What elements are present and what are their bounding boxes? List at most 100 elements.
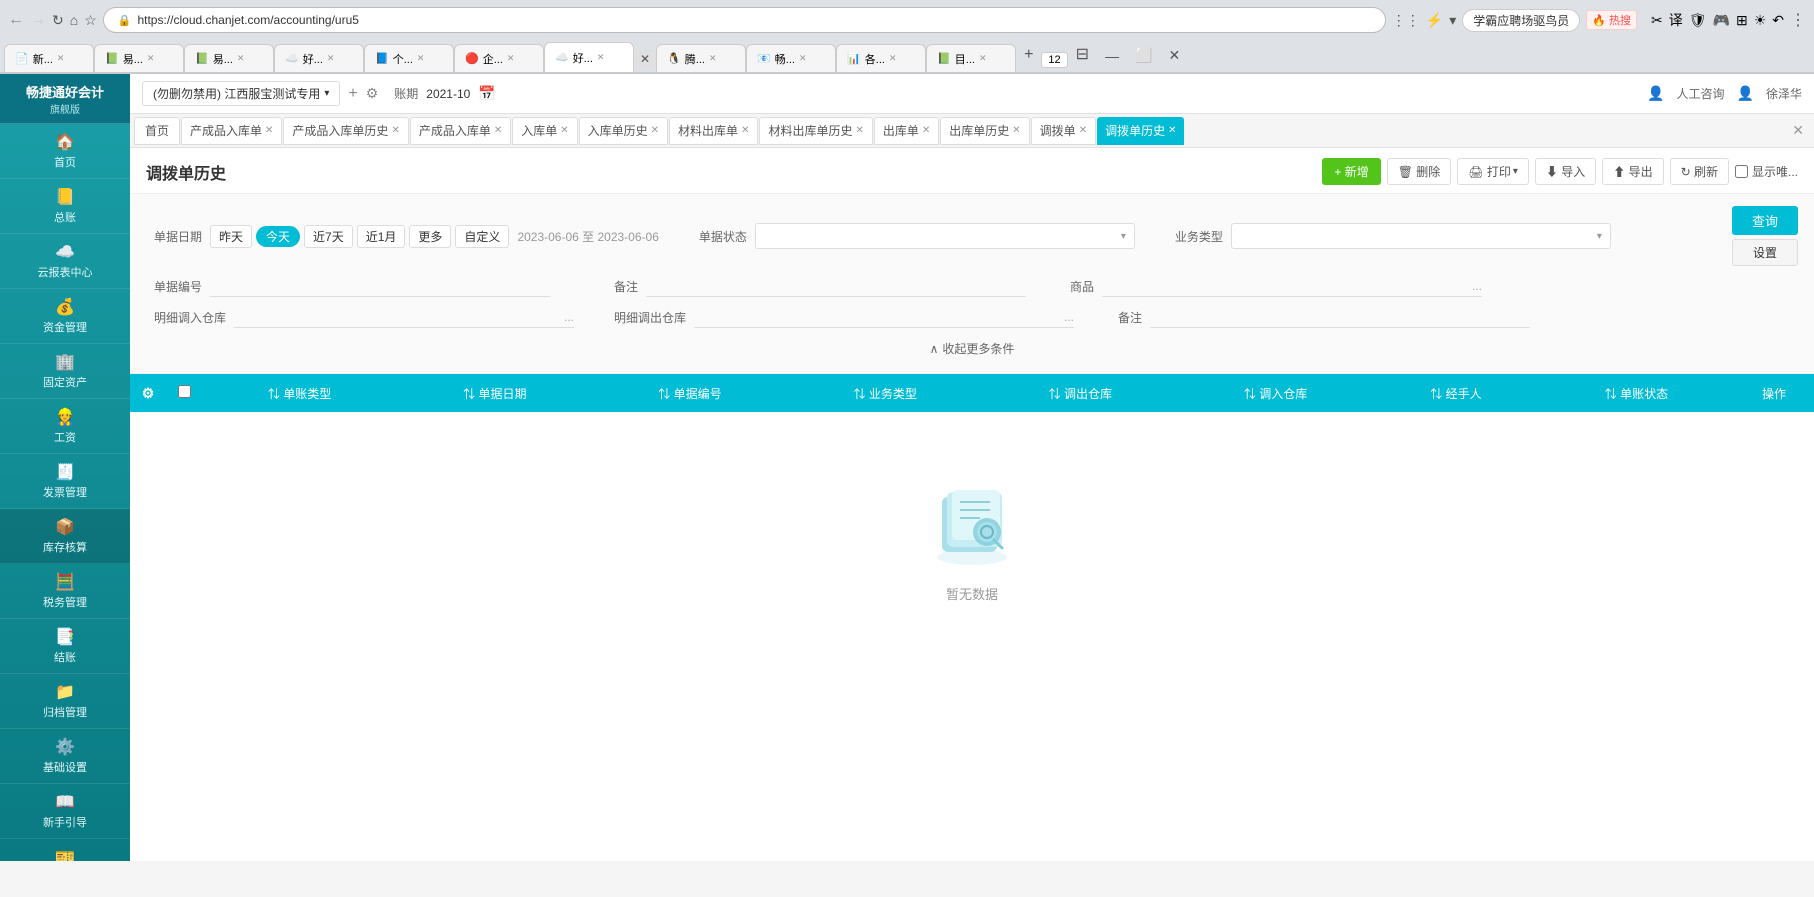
- tab-mat-out[interactable]: 材料出库单✕: [669, 117, 758, 145]
- goods-more-icon[interactable]: ...: [1472, 279, 1482, 293]
- tab-home[interactable]: 首页: [134, 117, 180, 145]
- sidebar-item-ledger[interactable]: 📒 总账: [0, 179, 130, 234]
- sidebar-item-inventory[interactable]: 📦 库存核算: [0, 509, 130, 564]
- browser-tab-10[interactable]: 📊各...✕: [836, 44, 926, 72]
- tab-close-4[interactable]: ✕: [560, 125, 568, 136]
- detail-out-input[interactable]: [694, 307, 1064, 327]
- support-btn[interactable]: 人工咨询: [1677, 85, 1725, 102]
- date-custom-btn[interactable]: 自定义: [455, 225, 509, 248]
- browser-tab-1[interactable]: 📄新...✕: [4, 44, 94, 72]
- sidebar-item-invoice[interactable]: 🧾 发票管理: [0, 454, 130, 509]
- dropdown-icon[interactable]: ▾: [1449, 12, 1456, 29]
- show-all-checkbox[interactable]: [1735, 165, 1748, 178]
- import-btn[interactable]: ⬇ 导入: [1535, 158, 1596, 185]
- th-status[interactable]: ⇅ 单账状态: [1539, 374, 1734, 412]
- browser-tab-6[interactable]: 🔴企...✕: [454, 44, 544, 72]
- new-btn[interactable]: + 新增: [1322, 158, 1380, 185]
- nav-star[interactable]: ☆: [84, 12, 97, 29]
- tab-out[interactable]: 出库单✕: [874, 117, 939, 145]
- tab-mat-out-hist[interactable]: 材料出库单历史✕: [759, 117, 872, 145]
- sidebar-item-tax[interactable]: 🧮 税务管理: [0, 564, 130, 619]
- sidebar-item-archive[interactable]: 📁 归档管理: [0, 674, 130, 729]
- tab-close-8[interactable]: ✕: [922, 125, 930, 136]
- menu-icon[interactable]: ⋮: [1790, 10, 1806, 30]
- collapse-btn[interactable]: ∧ 收起更多条件: [146, 336, 1798, 361]
- sidebar-item-guide[interactable]: 📖 新手引导: [0, 784, 130, 839]
- calendar-icon[interactable]: 📅: [478, 85, 495, 102]
- detail-in-more[interactable]: ...: [564, 310, 574, 324]
- detail-in-input[interactable]: [234, 307, 564, 327]
- tab-product-in2[interactable]: 产成品入库单✕: [410, 117, 511, 145]
- tab-in[interactable]: 入库单✕: [512, 117, 577, 145]
- sidebar-item-fixed-assets[interactable]: 🏢 固定资产: [0, 344, 130, 399]
- tab-close-2[interactable]: ✕: [391, 125, 399, 136]
- query-btn[interactable]: 查询: [1732, 206, 1798, 235]
- tab-close-7[interactable]: ✕: [855, 125, 863, 136]
- sidebar-item-home[interactable]: 🏠 首页: [0, 124, 130, 179]
- export-btn[interactable]: ⬆ 导出: [1602, 158, 1663, 185]
- date-today-btn[interactable]: 今天: [256, 226, 300, 247]
- browser-tab-2[interactable]: 📗易...✕: [94, 44, 184, 72]
- date-yesterday-btn[interactable]: 昨天: [210, 225, 252, 248]
- date-1month-btn[interactable]: 近1月: [357, 225, 406, 248]
- sidebar-item-closing[interactable]: 📑 结账: [0, 619, 130, 674]
- nav-forward[interactable]: →: [30, 11, 46, 29]
- minimize-btn[interactable]: —: [1097, 44, 1127, 68]
- tab-close-10[interactable]: ✕: [1079, 125, 1087, 136]
- th-doc-date[interactable]: ⇅ 单据日期: [397, 374, 592, 412]
- status-dropdown[interactable]: ▾: [755, 223, 1135, 249]
- tab-out-hist[interactable]: 出库单历史✕: [940, 117, 1029, 145]
- sidebar-item-settings[interactable]: ⚙️ 基础设置: [0, 729, 130, 784]
- company-settings-btn[interactable]: ⚙: [366, 85, 379, 102]
- biz-type-dropdown[interactable]: ▾: [1231, 223, 1611, 249]
- th-gear[interactable]: ⚙: [130, 374, 166, 412]
- th-checkbox[interactable]: [166, 374, 202, 412]
- nav-home[interactable]: ⌂: [70, 12, 78, 28]
- close-btn[interactable]: ✕: [1161, 43, 1189, 68]
- tab-transfer-hist[interactable]: 调拨单历史✕: [1097, 117, 1184, 145]
- new-tab-btn[interactable]: +: [1016, 42, 1041, 68]
- th-doc-type[interactable]: ⇅ 单账类型: [202, 374, 397, 412]
- browser-tab-9[interactable]: 📧畅...✕: [746, 44, 836, 72]
- address-bar[interactable]: 🔒 https://cloud.chanjet.com/accounting/u…: [103, 7, 1386, 33]
- close-all-btn[interactable]: ✕: [1786, 122, 1810, 139]
- tab-in-hist[interactable]: 入库单历史✕: [579, 117, 668, 145]
- browser-tab-3[interactable]: 📗易...✕: [184, 44, 274, 72]
- goods-input[interactable]: [1102, 276, 1472, 296]
- refresh-btn[interactable]: ↻ 刷新: [1670, 158, 1729, 185]
- remark-input[interactable]: [646, 276, 1026, 297]
- date-more-btn[interactable]: 更多: [409, 225, 451, 248]
- detail-out-more[interactable]: ...: [1064, 310, 1074, 324]
- tab-product-in-hist[interactable]: 产成品入库单历史✕: [283, 117, 408, 145]
- browser-tab-close-active[interactable]: ✕: [634, 50, 656, 68]
- print-btn[interactable]: 🖨 打印 ▾: [1457, 158, 1529, 185]
- browser-tab-11[interactable]: 📗目...✕: [926, 44, 1016, 72]
- nav-back[interactable]: ←: [8, 11, 24, 29]
- select-all-checkbox[interactable]: [178, 385, 191, 398]
- tab-close-5[interactable]: ✕: [651, 125, 659, 136]
- nav-refresh[interactable]: ↻: [52, 12, 64, 29]
- browser-tab-8[interactable]: 🐧腾...✕: [656, 44, 746, 72]
- th-handler[interactable]: ⇅ 经手人: [1373, 374, 1539, 412]
- sidebar-item-salary[interactable]: 👷 工资: [0, 399, 130, 454]
- tab-close-active[interactable]: ✕: [1168, 125, 1176, 136]
- th-in-wh[interactable]: ⇅ 调入仓库: [1178, 374, 1373, 412]
- tab-close-1[interactable]: ✕: [265, 125, 273, 136]
- maximize-btn[interactable]: ⬜: [1127, 43, 1160, 68]
- date-7days-btn[interactable]: 近7天: [304, 225, 353, 248]
- tab-close-6[interactable]: ✕: [741, 125, 749, 136]
- remark2-input[interactable]: [1150, 307, 1530, 328]
- sidebar-item-cloud-report[interactable]: ☁️ 云报表中心: [0, 234, 130, 289]
- browser-tab-4[interactable]: ☁️好...✕: [274, 44, 364, 72]
- th-doc-number[interactable]: ⇅ 单据编号: [592, 374, 787, 412]
- sidebar-item-member[interactable]: 🎫 畅会员: [0, 839, 130, 861]
- browser-tab-5[interactable]: 📘个...✕: [364, 44, 454, 72]
- extensions-btn[interactable]: ⊟: [1068, 40, 1097, 68]
- filter-settings-btn[interactable]: 设置: [1732, 239, 1798, 266]
- tab-close-3[interactable]: ✕: [494, 125, 502, 136]
- sidebar-item-fund[interactable]: 💰 资金管理: [0, 289, 130, 344]
- tab-product-in[interactable]: 产成品入库单✕: [181, 117, 282, 145]
- browser-tab-7[interactable]: ☁️好...✕: [544, 42, 634, 72]
- tab-close-9[interactable]: ✕: [1012, 125, 1020, 136]
- th-biz-type[interactable]: ⇅ 业务类型: [788, 374, 983, 412]
